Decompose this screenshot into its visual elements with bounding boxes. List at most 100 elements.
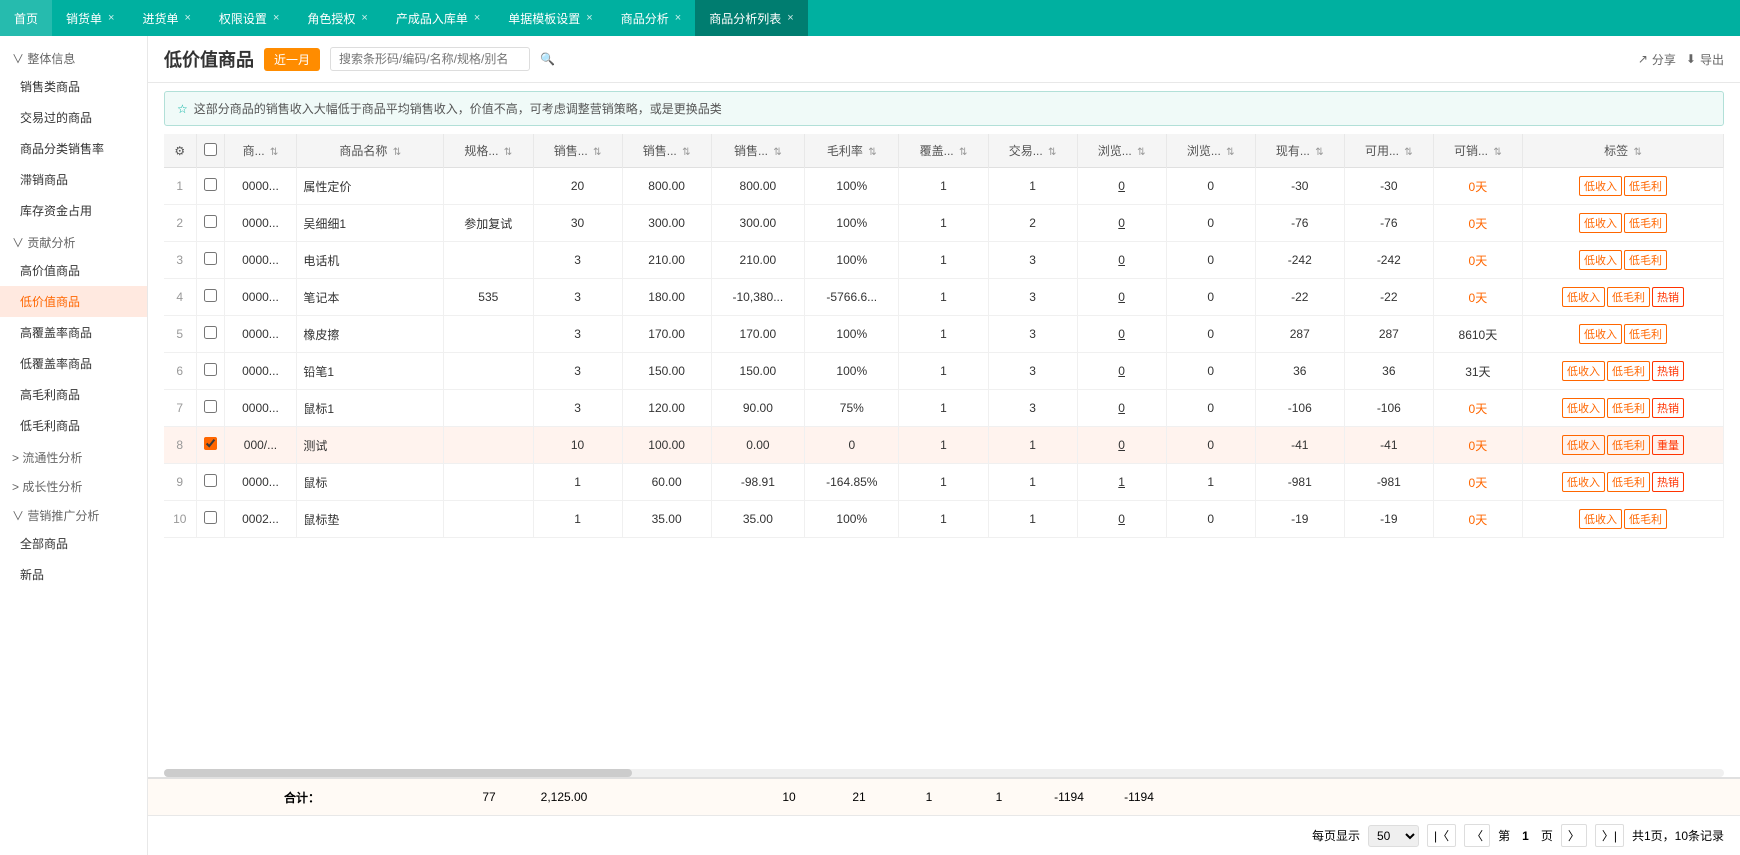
nav-template-settings[interactable]: 单据模板设置 × — [494, 0, 606, 36]
search-input[interactable] — [330, 47, 530, 71]
col-sellable[interactable]: 可销... ⇅ — [1433, 134, 1522, 168]
nav-product-analysis-list[interactable]: 商品分析列表 × — [695, 0, 807, 36]
sidebar-item-category-sales-rate[interactable]: 商品分类销售率 — [0, 133, 147, 164]
prev-page-button[interactable]: 〈 — [1464, 824, 1490, 847]
sidebar-item-high-coverage[interactable]: 高覆盖率商品 — [0, 317, 147, 348]
horizontal-scrollbar[interactable] — [164, 769, 632, 777]
browse1-link[interactable]: 0 — [1118, 216, 1125, 230]
col-tags[interactable]: 标签 ⇅ — [1522, 134, 1723, 168]
nav-purchase-order[interactable]: 进货单 × — [128, 0, 204, 36]
row-checkbox[interactable] — [204, 511, 217, 524]
col-settings[interactable]: ⚙ — [164, 134, 196, 168]
row-browse1[interactable]: 0 — [1077, 279, 1166, 316]
row-checkbox-cell[interactable] — [196, 501, 224, 538]
sidebar-item-high-value[interactable]: 高价值商品 — [0, 255, 147, 286]
row-checkbox-cell[interactable] — [196, 242, 224, 279]
row-checkbox[interactable] — [204, 437, 217, 450]
row-checkbox[interactable] — [204, 363, 217, 376]
row-browse1[interactable]: 0 — [1077, 316, 1166, 353]
table-container[interactable]: ⚙ 商... ⇅ 商品名称 ⇅ 规格... ⇅ 销售... ⇅ 销售... ⇅ … — [148, 134, 1740, 769]
row-checkbox-cell[interactable] — [196, 464, 224, 501]
sidebar-item-traded-products[interactable]: 交易过的商品 — [0, 102, 147, 133]
col-sales-qty[interactable]: 销售... ⇅ — [533, 134, 622, 168]
col-browse2[interactable]: 浏览... ⇅ — [1166, 134, 1255, 168]
nav-sales-order[interactable]: 销货单 × — [52, 0, 128, 36]
col-gross-margin[interactable]: 毛利率 ⇅ — [805, 134, 899, 168]
browse1-link[interactable]: 0 — [1118, 438, 1125, 452]
sidebar-item-low-margin[interactable]: 低毛利商品 — [0, 410, 147, 441]
row-checkbox-cell[interactable] — [196, 316, 224, 353]
col-trade-count[interactable]: 交易... ⇅ — [988, 134, 1077, 168]
col-spec[interactable]: 规格... ⇅ — [444, 134, 533, 168]
row-checkbox-cell[interactable] — [196, 390, 224, 427]
row-checkbox-cell[interactable] — [196, 279, 224, 316]
browse1-link[interactable]: 0 — [1118, 253, 1125, 267]
close-icon[interactable]: × — [273, 12, 279, 24]
close-icon[interactable]: × — [108, 12, 114, 24]
row-browse1[interactable]: 0 — [1077, 390, 1166, 427]
row-checkbox[interactable] — [204, 215, 217, 228]
close-icon[interactable]: × — [474, 12, 480, 24]
browse1-link[interactable]: 0 — [1118, 327, 1125, 341]
row-browse1[interactable]: 0 — [1077, 427, 1166, 464]
select-all-checkbox[interactable] — [204, 143, 217, 156]
col-name[interactable]: 商品名称 ⇅ — [297, 134, 444, 168]
sidebar-group-contribution[interactable]: ∨ 贡献分析 — [0, 226, 147, 255]
row-browse1[interactable]: 1 — [1077, 464, 1166, 501]
col-browse1[interactable]: 浏览... ⇅ — [1077, 134, 1166, 168]
browse1-link[interactable]: 0 — [1118, 401, 1125, 415]
row-browse1[interactable]: 0 — [1077, 168, 1166, 205]
nav-home[interactable]: 首页 — [0, 0, 52, 36]
row-checkbox-cell[interactable] — [196, 353, 224, 390]
row-checkbox-cell[interactable] — [196, 205, 224, 242]
row-browse1[interactable]: 0 — [1077, 205, 1166, 242]
sidebar-group-liquidity[interactable]: > 流通性分析 — [0, 441, 147, 470]
sidebar-item-all-products[interactable]: 全部商品 — [0, 528, 147, 559]
row-browse1[interactable]: 0 — [1077, 501, 1166, 538]
col-code[interactable]: 商... ⇅ — [224, 134, 297, 168]
sidebar-group-marketing[interactable]: ∨ 营销推广分析 — [0, 499, 147, 528]
export-button[interactable]: ⬇ 导出 — [1686, 51, 1724, 68]
col-available[interactable]: 可用... ⇅ — [1344, 134, 1433, 168]
last-page-button[interactable]: 〉| — [1595, 824, 1624, 847]
col-current-stock[interactable]: 现有... ⇅ — [1255, 134, 1344, 168]
filter-period-button[interactable]: 近一月 — [264, 48, 320, 71]
row-checkbox[interactable] — [204, 326, 217, 339]
sidebar-item-high-margin[interactable]: 高毛利商品 — [0, 379, 147, 410]
search-icon[interactable]: 🔍 — [540, 52, 555, 66]
share-button[interactable]: ↗ 分享 — [1638, 51, 1676, 68]
row-checkbox[interactable] — [204, 178, 217, 191]
col-sales-amount[interactable]: 销售... ⇅ — [622, 134, 711, 168]
browse1-link[interactable]: 1 — [1118, 475, 1125, 489]
nav-product-inbound[interactable]: 产成品入库单 × — [382, 0, 494, 36]
col-checkbox[interactable] — [196, 134, 224, 168]
sidebar-group-overall[interactable]: ∨ 整体信息 — [0, 42, 147, 71]
sidebar-item-new-products[interactable]: 新品 — [0, 559, 147, 590]
row-checkbox[interactable] — [204, 289, 217, 302]
col-sales-cost[interactable]: 销售... ⇅ — [711, 134, 804, 168]
browse1-link[interactable]: 0 — [1118, 179, 1125, 193]
close-icon[interactable]: × — [361, 12, 367, 24]
close-icon[interactable]: × — [675, 12, 681, 24]
row-checkbox-cell[interactable] — [196, 427, 224, 464]
next-page-button[interactable]: 〉 — [1561, 824, 1587, 847]
row-browse1[interactable]: 0 — [1077, 242, 1166, 279]
sidebar-group-growth[interactable]: > 成长性分析 — [0, 470, 147, 499]
close-icon[interactable]: × — [787, 12, 793, 24]
browse1-link[interactable]: 0 — [1118, 290, 1125, 304]
nav-permission-settings[interactable]: 权限设置 × — [205, 0, 293, 36]
sidebar-item-low-coverage[interactable]: 低覆盖率商品 — [0, 348, 147, 379]
browse1-link[interactable]: 0 — [1118, 512, 1125, 526]
page-size-select[interactable]: 50 100 200 — [1368, 825, 1419, 847]
sidebar-item-inventory-capital[interactable]: 库存资金占用 — [0, 195, 147, 226]
sidebar-item-sales-products[interactable]: 销售类商品 — [0, 71, 147, 102]
browse1-link[interactable]: 0 — [1118, 364, 1125, 378]
close-icon[interactable]: × — [184, 12, 190, 24]
first-page-button[interactable]: |〈 — [1427, 824, 1456, 847]
col-coverage[interactable]: 覆盖... ⇅ — [899, 134, 988, 168]
row-checkbox[interactable] — [204, 400, 217, 413]
row-checkbox[interactable] — [204, 252, 217, 265]
nav-product-analysis[interactable]: 商品分析 × — [607, 0, 695, 36]
sidebar-item-low-value[interactable]: 低价值商品 — [0, 286, 147, 317]
row-checkbox-cell[interactable] — [196, 168, 224, 205]
